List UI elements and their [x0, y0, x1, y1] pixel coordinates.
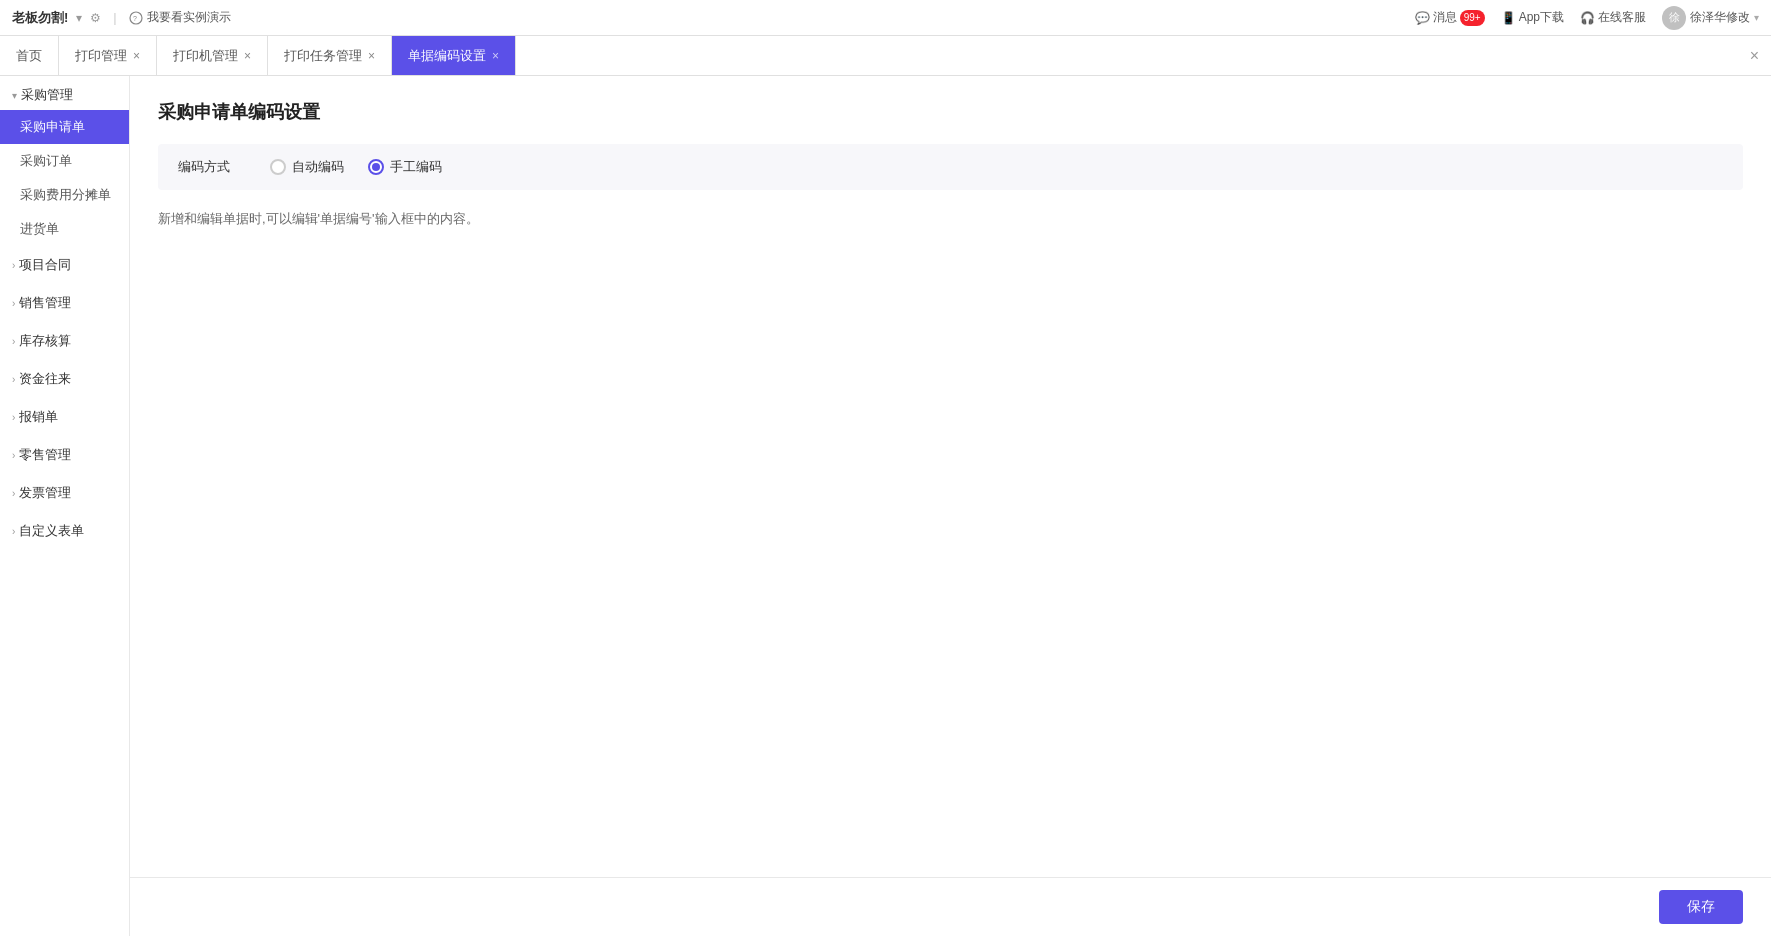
tab-printer-mgmt-label: 打印机管理	[173, 47, 238, 65]
demo-text: 我要看实例演示	[147, 9, 231, 26]
message-icon: 💬	[1415, 11, 1430, 25]
tab-print-task-close[interactable]: ×	[368, 49, 375, 63]
top-bar: 老板勿割! ▾ ⚙ | ? 我要看实例演示 💬 消息 99+ 📱 App下载 🎧…	[0, 0, 1771, 36]
layout: ▾ 采购管理 采购申请单 采购订单 采购费用分摊单 进货单 › 项目合同 › 销…	[0, 76, 1771, 936]
tab-print-task-label: 打印任务管理	[284, 47, 362, 65]
sidebar-item-inventory[interactable]: › 库存核算	[0, 322, 129, 360]
tab-print-mgmt-close[interactable]: ×	[133, 49, 140, 63]
radio-manual-coding[interactable]: 手工编码	[368, 158, 442, 176]
message-badge: 99+	[1460, 10, 1485, 26]
radio-auto-circle	[270, 159, 286, 175]
sidebar-item-expense-claim[interactable]: › 报销单	[0, 398, 129, 436]
headset-icon: 🎧	[1580, 11, 1595, 25]
sidebar-item-capital[interactable]: › 资金往来	[0, 360, 129, 398]
project-contract-chevron-icon: ›	[12, 260, 15, 271]
user-chevron-icon: ▾	[1754, 12, 1759, 23]
sidebar-item-retail[interactable]: › 零售管理	[0, 436, 129, 474]
sidebar-item-custom-form[interactable]: › 自定义表单	[0, 512, 129, 550]
tab-single-code[interactable]: 单据编码设置 ×	[392, 36, 516, 75]
top-bar-left: 老板勿割! ▾ ⚙ | ? 我要看实例演示	[12, 9, 231, 27]
online-service-button[interactable]: 🎧 在线客服	[1580, 9, 1646, 26]
message-label: 消息	[1433, 9, 1457, 26]
custom-form-chevron-icon: ›	[12, 526, 15, 537]
app-icon: 📱	[1501, 11, 1516, 25]
svg-text:?: ?	[133, 15, 137, 22]
hint-text: 新增和编辑单据时,可以编辑'单据编号'输入框中的内容。	[158, 206, 1743, 232]
tab-printer-mgmt[interactable]: 打印机管理 ×	[157, 36, 268, 75]
app-download-button[interactable]: 📱 App下载	[1501, 9, 1564, 26]
chevron-down-icon[interactable]: ▾	[76, 11, 82, 25]
demo-icon: ?	[129, 11, 143, 25]
main-panel: 采购申请单编码设置 编码方式 自动编码 手工编码 新增和编辑单据时,可以编辑'单…	[130, 76, 1771, 936]
tab-print-task[interactable]: 打印任务管理 ×	[268, 36, 392, 75]
inventory-chevron-icon: ›	[12, 336, 15, 347]
gear-icon[interactable]: ⚙	[90, 11, 101, 25]
expense-claim-chevron-icon: ›	[12, 412, 15, 423]
username-label: 徐泽华修改	[1690, 9, 1750, 26]
separator: |	[113, 10, 116, 25]
user-menu[interactable]: 徐 徐泽华修改 ▾	[1662, 6, 1759, 30]
demo-link[interactable]: ? 我要看实例演示	[129, 9, 231, 26]
avatar: 徐	[1662, 6, 1686, 30]
sidebar-group-purchase-label: 采购管理	[21, 86, 73, 104]
tab-print-mgmt-label: 打印管理	[75, 47, 127, 65]
sidebar-group-purchase-header[interactable]: ▾ 采购管理	[0, 76, 129, 110]
sidebar-item-purchase-request[interactable]: 采购申请单	[0, 110, 129, 144]
tab-bar: 首页 打印管理 × 打印机管理 × 打印任务管理 × 单据编码设置 × ×	[0, 36, 1771, 76]
radio-auto-coding[interactable]: 自动编码	[270, 158, 344, 176]
radio-auto-label: 自动编码	[292, 158, 344, 176]
save-button[interactable]: 保存	[1659, 890, 1743, 924]
brand-label: 老板勿割!	[12, 9, 68, 27]
sidebar-group-purchase: ▾ 采购管理 采购申请单 采购订单 采购费用分摊单 进货单	[0, 76, 129, 246]
tab-single-code-close[interactable]: ×	[492, 49, 499, 63]
encoding-label: 编码方式	[178, 158, 230, 176]
tab-home[interactable]: 首页	[0, 36, 59, 75]
sales-mgmt-chevron-icon: ›	[12, 298, 15, 309]
main-content: 采购申请单编码设置 编码方式 自动编码 手工编码 新增和编辑单据时,可以编辑'单…	[130, 76, 1771, 877]
close-all-tabs-button[interactable]: ×	[1738, 47, 1771, 65]
sidebar-item-incoming[interactable]: 进货单	[0, 212, 129, 246]
tab-print-mgmt[interactable]: 打印管理 ×	[59, 36, 157, 75]
tab-printer-mgmt-close[interactable]: ×	[244, 49, 251, 63]
message-button[interactable]: 💬 消息 99+	[1415, 9, 1485, 26]
main-footer: 保存	[130, 877, 1771, 936]
sidebar-item-purchase-order[interactable]: 采购订单	[0, 144, 129, 178]
tab-single-code-label: 单据编码设置	[408, 47, 486, 65]
tab-home-label: 首页	[16, 47, 42, 65]
radio-manual-circle	[368, 159, 384, 175]
radio-manual-label: 手工编码	[390, 158, 442, 176]
top-bar-right: 💬 消息 99+ 📱 App下载 🎧 在线客服 徐 徐泽华修改 ▾	[1415, 6, 1759, 30]
retail-chevron-icon: ›	[12, 450, 15, 461]
sidebar-item-sales-mgmt[interactable]: › 销售管理	[0, 284, 129, 322]
sidebar-item-project-contract[interactable]: › 项目合同	[0, 246, 129, 284]
page-title: 采购申请单编码设置	[158, 100, 1743, 124]
sidebar-item-purchase-expense[interactable]: 采购费用分摊单	[0, 178, 129, 212]
sidebar: ▾ 采购管理 采购申请单 采购订单 采购费用分摊单 进货单 › 项目合同 › 销…	[0, 76, 130, 936]
app-download-label: App下载	[1519, 9, 1564, 26]
sidebar-item-invoice[interactable]: › 发票管理	[0, 474, 129, 512]
invoice-chevron-icon: ›	[12, 488, 15, 499]
encoding-section: 编码方式 自动编码 手工编码	[158, 144, 1743, 190]
radio-group: 自动编码 手工编码	[270, 158, 442, 176]
capital-chevron-icon: ›	[12, 374, 15, 385]
online-service-label: 在线客服	[1598, 9, 1646, 26]
purchase-group-chevron-icon: ▾	[12, 90, 17, 101]
